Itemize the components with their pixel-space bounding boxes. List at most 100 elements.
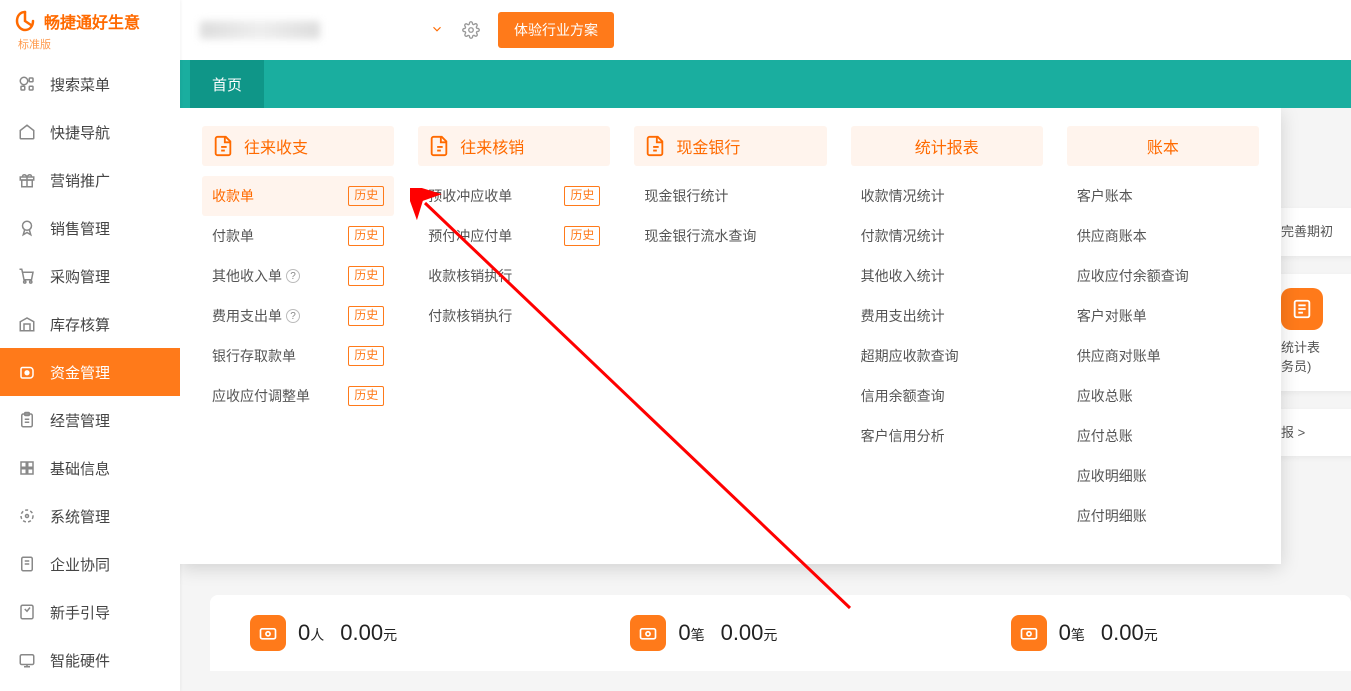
money-icon xyxy=(1011,615,1047,651)
mega-list: 客户账本供应商账本应收应付余额查询客户对账单供应商对账单应收总账应付总账应收明细… xyxy=(1067,176,1259,536)
grid-icon xyxy=(18,459,36,477)
sidebar-item-label: 经营管理 xyxy=(50,410,110,431)
mega-item-1-1[interactable]: 预付冲应付单历史 xyxy=(418,216,610,256)
sidebar-item-4[interactable]: 采购管理 xyxy=(0,252,180,300)
org-name-redacted xyxy=(200,21,320,39)
mega-item-4-0[interactable]: 客户账本 xyxy=(1067,176,1259,216)
settings-ring-icon xyxy=(18,507,36,525)
org-selector[interactable] xyxy=(200,21,444,39)
mega-item-0-1[interactable]: 付款单历史 xyxy=(202,216,394,256)
mega-item-2-0[interactable]: 现金银行统计 xyxy=(634,176,826,216)
logo-area: 畅捷通好生意 标准版 xyxy=(0,0,180,60)
history-badge[interactable]: 历史 xyxy=(348,186,384,206)
mega-item-3-2[interactable]: 其他收入统计 xyxy=(851,256,1043,296)
mega-item-label: 供应商对账单 xyxy=(1077,346,1161,366)
mega-item-0-5[interactable]: 应收应付调整单历史 xyxy=(202,376,394,416)
tabbar: 首页 xyxy=(180,60,1351,108)
mega-item-4-1[interactable]: 供应商账本 xyxy=(1067,216,1259,256)
industry-plan-button[interactable]: 体验行业方案 xyxy=(498,12,614,48)
mega-item-3-1[interactable]: 付款情况统计 xyxy=(851,216,1043,256)
money-icon xyxy=(250,615,286,651)
history-badge[interactable]: 历史 xyxy=(348,386,384,406)
history-badge[interactable]: 历史 xyxy=(564,186,600,206)
rail-label: 完善期初 xyxy=(1281,224,1333,239)
help-icon[interactable]: ? xyxy=(286,269,300,283)
mega-header: 账本 xyxy=(1067,126,1259,166)
doc-icon xyxy=(644,135,666,157)
mega-item-label: 应付总账 xyxy=(1077,426,1133,446)
sidebar-item-12[interactable]: 智能硬件 xyxy=(0,636,180,684)
mega-item-4-7[interactable]: 应收明细账 xyxy=(1067,456,1259,496)
right-rail: 完善期初 统计表 务员) 报 > xyxy=(1271,208,1351,474)
sidebar-item-label: 采购管理 xyxy=(50,266,110,287)
content-area: 往来收支收款单历史付款单历史其他收入单?历史费用支出单?历史银行存取款单历史应收… xyxy=(180,108,1351,691)
wallet-icon xyxy=(18,363,36,381)
rail-item-reports[interactable]: 统计表 务员) xyxy=(1271,274,1351,391)
guide-icon xyxy=(18,603,36,621)
mega-item-4-6[interactable]: 应付总账 xyxy=(1067,416,1259,456)
mega-item-3-3[interactable]: 费用支出统计 xyxy=(851,296,1043,336)
mega-item-4-8[interactable]: 应付明细账 xyxy=(1067,496,1259,536)
mega-item-4-3[interactable]: 客户对账单 xyxy=(1067,296,1259,336)
mega-header-title: 现金银行 xyxy=(676,134,740,158)
history-badge[interactable]: 历史 xyxy=(564,226,600,246)
sidebar-item-7[interactable]: 经营管理 xyxy=(0,396,180,444)
mega-item-1-2[interactable]: 收款核销执行 xyxy=(418,256,610,296)
sidebar-item-11[interactable]: 新手引导 xyxy=(0,588,180,636)
history-badge[interactable]: 历史 xyxy=(348,226,384,246)
mega-item-label: 信用余额查询 xyxy=(861,386,945,406)
mega-item-label: 银行存取款单 xyxy=(212,346,296,366)
sidebar-item-5[interactable]: 库存核算 xyxy=(0,300,180,348)
mega-header: 统计报表 xyxy=(851,126,1043,166)
mega-item-1-0[interactable]: 预收冲应收单历史 xyxy=(418,176,610,216)
collab-icon xyxy=(18,555,36,573)
mega-item-1-3[interactable]: 付款核销执行 xyxy=(418,296,610,336)
history-badge[interactable]: 历史 xyxy=(348,306,384,326)
mega-item-label: 应收应付余额查询 xyxy=(1077,266,1189,286)
mega-item-0-0[interactable]: 收款单历史 xyxy=(202,176,394,216)
stat-num: 0 xyxy=(1059,620,1071,645)
sidebar-item-label: 基础信息 xyxy=(50,458,110,479)
mega-item-label: 现金银行流水查询 xyxy=(644,226,756,246)
mega-item-0-4[interactable]: 银行存取款单 历史 xyxy=(202,336,394,376)
mega-item-2-1[interactable]: 现金银行流水查询 xyxy=(634,216,826,256)
mega-item-3-4[interactable]: 超期应收款查询 xyxy=(851,336,1043,376)
mega-item-4-2[interactable]: 应收应付余额查询 xyxy=(1067,256,1259,296)
mega-column-4: 账本客户账本供应商账本应收应付余额查询客户对账单供应商对账单应收总账应付总账应收… xyxy=(1055,126,1271,536)
rail-label: 报 > xyxy=(1281,425,1305,440)
main-area: 体验行业方案 首页 往来收支收款单历史付款单历史其他收入单?历史费用支出单?历史… xyxy=(180,0,1351,691)
chevron-down-icon xyxy=(430,22,444,39)
mega-item-label: 付款核销执行 xyxy=(428,306,512,326)
mega-item-label: 收款情况统计 xyxy=(861,186,945,206)
history-badge[interactable]: 历史 xyxy=(348,266,384,286)
mega-item-0-2[interactable]: 其他收入单?历史 xyxy=(202,256,394,296)
sidebar-item-10[interactable]: 企业协同 xyxy=(0,540,180,588)
history-badge[interactable]: 历史 xyxy=(348,346,384,366)
mega-header: 往来核销 xyxy=(418,126,610,166)
mega-item-0-3[interactable]: 费用支出单?历史 xyxy=(202,296,394,336)
mega-item-3-5[interactable]: 信用余额查询 xyxy=(851,376,1043,416)
rail-item-setup[interactable]: 完善期初 xyxy=(1271,208,1351,256)
mega-item-4-5[interactable]: 应收总账 xyxy=(1067,376,1259,416)
sidebar-item-2[interactable]: 营销推广 xyxy=(0,156,180,204)
gear-icon[interactable] xyxy=(458,17,484,43)
sidebar-item-label: 库存核算 xyxy=(50,314,110,335)
sidebar-item-9[interactable]: 系统管理 xyxy=(0,492,180,540)
mega-item-3-6[interactable]: 客户信用分析 xyxy=(851,416,1043,456)
sidebar-item-3[interactable]: 销售管理 xyxy=(0,204,180,252)
stat-unit: 笔 xyxy=(691,627,705,643)
sidebar-item-1[interactable]: 快捷导航 xyxy=(0,108,180,156)
sidebar-item-0[interactable]: 搜索菜单 xyxy=(0,60,180,108)
tab-0[interactable]: 首页 xyxy=(190,60,264,108)
mega-list: 收款单历史付款单历史其他收入单?历史费用支出单?历史银行存取款单历史应收应付调整… xyxy=(202,176,394,416)
sidebar-item-8[interactable]: 基础信息 xyxy=(0,444,180,492)
rail-item-more[interactable]: 报 > xyxy=(1271,409,1351,457)
stats-row: 0人0.00元0笔0.00元0笔0.00元 xyxy=(210,595,1351,671)
mega-item-label: 供应商账本 xyxy=(1077,226,1147,246)
sidebar-item-6[interactable]: 资金管理 xyxy=(0,348,180,396)
help-icon[interactable]: ? xyxy=(286,309,300,323)
mega-header-title: 账本 xyxy=(1147,134,1179,158)
mega-item-4-4[interactable]: 供应商对账单 xyxy=(1067,336,1259,376)
sidebar-item-label: 营销推广 xyxy=(50,170,110,191)
mega-item-3-0[interactable]: 收款情况统计 xyxy=(851,176,1043,216)
